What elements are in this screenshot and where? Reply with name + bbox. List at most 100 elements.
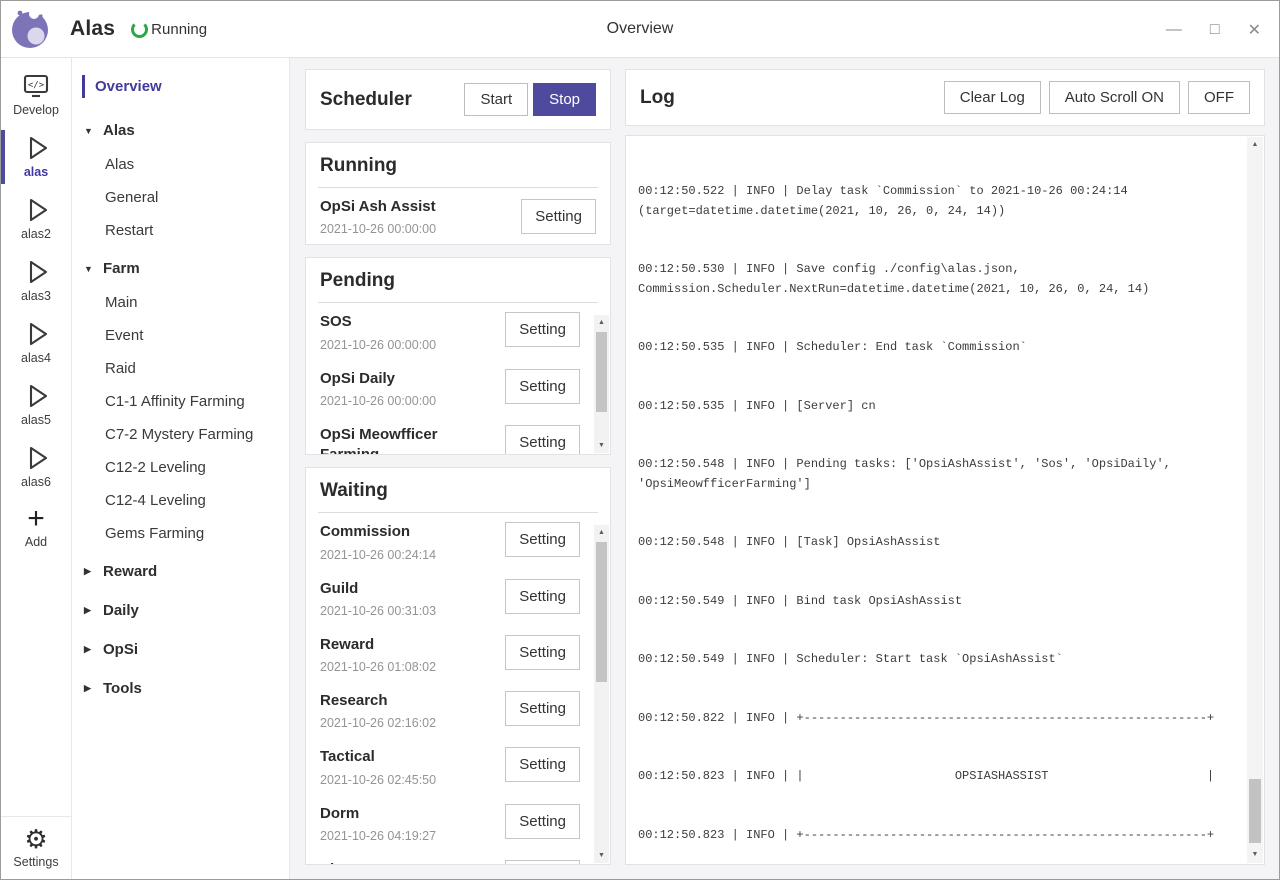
nav-item-main[interactable]: Main xyxy=(72,286,289,319)
rail-item-settings[interactable]: ⚙ Settings xyxy=(1,816,71,879)
log-scrollbar[interactable]: ▲ ▼ xyxy=(1247,137,1263,863)
nav-item-gems-farming[interactable]: Gems Farming xyxy=(72,517,289,550)
start-button[interactable]: Start xyxy=(464,83,528,116)
nav-group-farm[interactable]: ▼ Farm xyxy=(72,251,289,286)
clear-log-button[interactable]: Clear Log xyxy=(944,81,1041,114)
plus-icon: + xyxy=(27,505,45,533)
setting-button[interactable]: Setting xyxy=(505,522,580,557)
maximize-button[interactable]: □ xyxy=(1210,21,1220,39)
rail-item-alas[interactable]: alas xyxy=(1,126,71,188)
task-time: 2021-10-26 01:08:02 xyxy=(320,660,436,674)
rail-item-alas4[interactable]: alas4 xyxy=(1,312,71,374)
setting-button[interactable]: Setting xyxy=(505,747,580,782)
scrollbar-thumb[interactable] xyxy=(596,542,607,682)
setting-button[interactable]: Setting xyxy=(505,691,580,726)
setting-button[interactable]: Setting xyxy=(505,425,580,456)
rail-item-alas2[interactable]: alas2 xyxy=(1,188,71,250)
nav-item-general[interactable]: General xyxy=(72,181,289,214)
task-name: Tactical xyxy=(320,747,436,767)
log-text: 00:12:50.522 | INFO | Delay task `Commis… xyxy=(638,143,1234,865)
setting-button[interactable]: Setting xyxy=(521,199,596,234)
task-row: OpSi Meowfficer Farming Setting xyxy=(306,416,610,456)
setting-button[interactable]: Setting xyxy=(505,369,580,404)
nav-item-event[interactable]: Event xyxy=(72,319,289,352)
nav-item-restart[interactable]: Restart xyxy=(72,214,289,247)
scroll-down-icon[interactable]: ▼ xyxy=(1247,847,1263,863)
scroll-up-icon[interactable]: ▲ xyxy=(1247,137,1263,153)
nav-item-alas[interactable]: Alas xyxy=(72,148,289,181)
task-row: OpSi Daily 2021-10-26 00:00:00 Setting xyxy=(306,360,610,416)
scheduler-card: Scheduler Start Stop xyxy=(305,69,611,130)
scheduler-status: Running xyxy=(131,21,207,38)
app-title: Alas xyxy=(70,17,115,41)
task-name: Research xyxy=(320,691,436,711)
nav-group-tools[interactable]: ▶ Tools xyxy=(72,671,289,706)
rail-item-alas3[interactable]: alas3 xyxy=(1,250,71,312)
setting-button[interactable]: Setting xyxy=(505,860,580,865)
task-row: Tactical 2021-10-26 02:45:50 Setting xyxy=(306,738,610,794)
scroll-up-icon[interactable]: ▲ xyxy=(594,315,609,330)
scrollbar-thumb[interactable] xyxy=(596,332,607,412)
nav-item-raid[interactable]: Raid xyxy=(72,352,289,385)
nav-group-opsi[interactable]: ▶ OpSi xyxy=(72,632,289,667)
pending-title: Pending xyxy=(306,270,610,302)
nav-item-overview[interactable]: Overview xyxy=(72,74,289,99)
nav-item-c12-4-leveling[interactable]: C12-4 Leveling xyxy=(72,484,289,517)
caret-right-icon: ▶ xyxy=(84,644,94,655)
svg-text:</>: </> xyxy=(28,81,45,91)
log-panel[interactable]: 00:12:50.522 | INFO | Delay task `Commis… xyxy=(625,135,1265,865)
nav-item-c1-1-affinity-farming[interactable]: C1-1 Affinity Farming xyxy=(72,385,289,418)
main-area: Scheduler Start Stop Running OpSi Ash As… xyxy=(290,58,1279,879)
scroll-up-icon[interactable]: ▲ xyxy=(594,525,609,540)
log-title: Log xyxy=(640,87,675,109)
nav-group-alas[interactable]: ▼ Alas xyxy=(72,113,289,148)
task-name: Commission xyxy=(320,522,436,542)
alas-logo-icon xyxy=(10,9,50,49)
task-name: OpSi Daily xyxy=(320,369,436,389)
nav-sidebar: Overview ▼ Alas Alas General Restart ▼ F… xyxy=(72,58,290,879)
caret-right-icon: ▶ xyxy=(84,683,94,694)
rail-item-develop[interactable]: </> Develop xyxy=(1,64,71,126)
play-icon xyxy=(21,319,51,349)
caret-right-icon: ▶ xyxy=(84,566,94,577)
task-time: 2021-10-26 00:24:14 xyxy=(320,548,436,562)
task-name: OpSi Ash Assist xyxy=(320,197,436,217)
log-header-card: Log Clear Log Auto Scroll ON OFF xyxy=(625,69,1265,126)
task-name: Dorm xyxy=(320,804,436,824)
scroll-down-icon[interactable]: ▼ xyxy=(594,848,609,863)
auto-scroll-off-button[interactable]: OFF xyxy=(1188,81,1250,114)
setting-button[interactable]: Setting xyxy=(505,312,580,347)
nav-item-c7-2-mystery-farming[interactable]: C7-2 Mystery Farming xyxy=(72,418,289,451)
task-time: 2021-10-26 00:00:00 xyxy=(320,222,436,236)
setting-button[interactable]: Setting xyxy=(505,579,580,614)
task-time: 2021-10-26 00:00:00 xyxy=(320,338,436,352)
caret-down-icon: ▼ xyxy=(84,126,94,136)
pending-scrollbar[interactable]: ▲ ▼ xyxy=(594,315,609,453)
play-icon xyxy=(21,195,51,225)
task-row: Reward 2021-10-26 01:08:02 Setting xyxy=(306,626,610,682)
task-row: Dorm 2021-10-26 04:19:27 Setting xyxy=(306,795,610,851)
play-icon xyxy=(21,257,51,287)
rail-item-alas6[interactable]: alas6 xyxy=(1,436,71,498)
status-label: Running xyxy=(151,21,207,38)
task-time: 2021-10-26 04:19:27 xyxy=(320,829,436,843)
stop-button[interactable]: Stop xyxy=(533,83,596,116)
setting-button[interactable]: Setting xyxy=(505,635,580,670)
nav-group-reward[interactable]: ▶ Reward xyxy=(72,554,289,589)
rail-item-alas5[interactable]: alas5 xyxy=(1,374,71,436)
waiting-scrollbar[interactable]: ▲ ▼ xyxy=(594,525,609,863)
scrollbar-thumb[interactable] xyxy=(1249,779,1261,843)
setting-button[interactable]: Setting xyxy=(505,804,580,839)
auto-scroll-on-button[interactable]: Auto Scroll ON xyxy=(1049,81,1180,114)
nav-group-daily[interactable]: ▶ Daily xyxy=(72,593,289,628)
scroll-down-icon[interactable]: ▼ xyxy=(594,438,609,453)
task-row: SOS 2021-10-26 00:00:00 Setting xyxy=(306,303,610,359)
running-card: Running OpSi Ash Assist 2021-10-26 00:00… xyxy=(305,142,611,245)
task-name: Shop xyxy=(320,860,358,865)
window-controls: — □ ✕ xyxy=(1166,1,1261,58)
nav-item-c12-2-leveling[interactable]: C12-2 Leveling xyxy=(72,451,289,484)
minimize-button[interactable]: — xyxy=(1166,21,1182,39)
close-button[interactable]: ✕ xyxy=(1248,20,1261,40)
app-window: Alas Running Overview — □ ✕ </> Develop xyxy=(0,0,1280,880)
rail-item-add[interactable]: + Add xyxy=(1,498,71,558)
